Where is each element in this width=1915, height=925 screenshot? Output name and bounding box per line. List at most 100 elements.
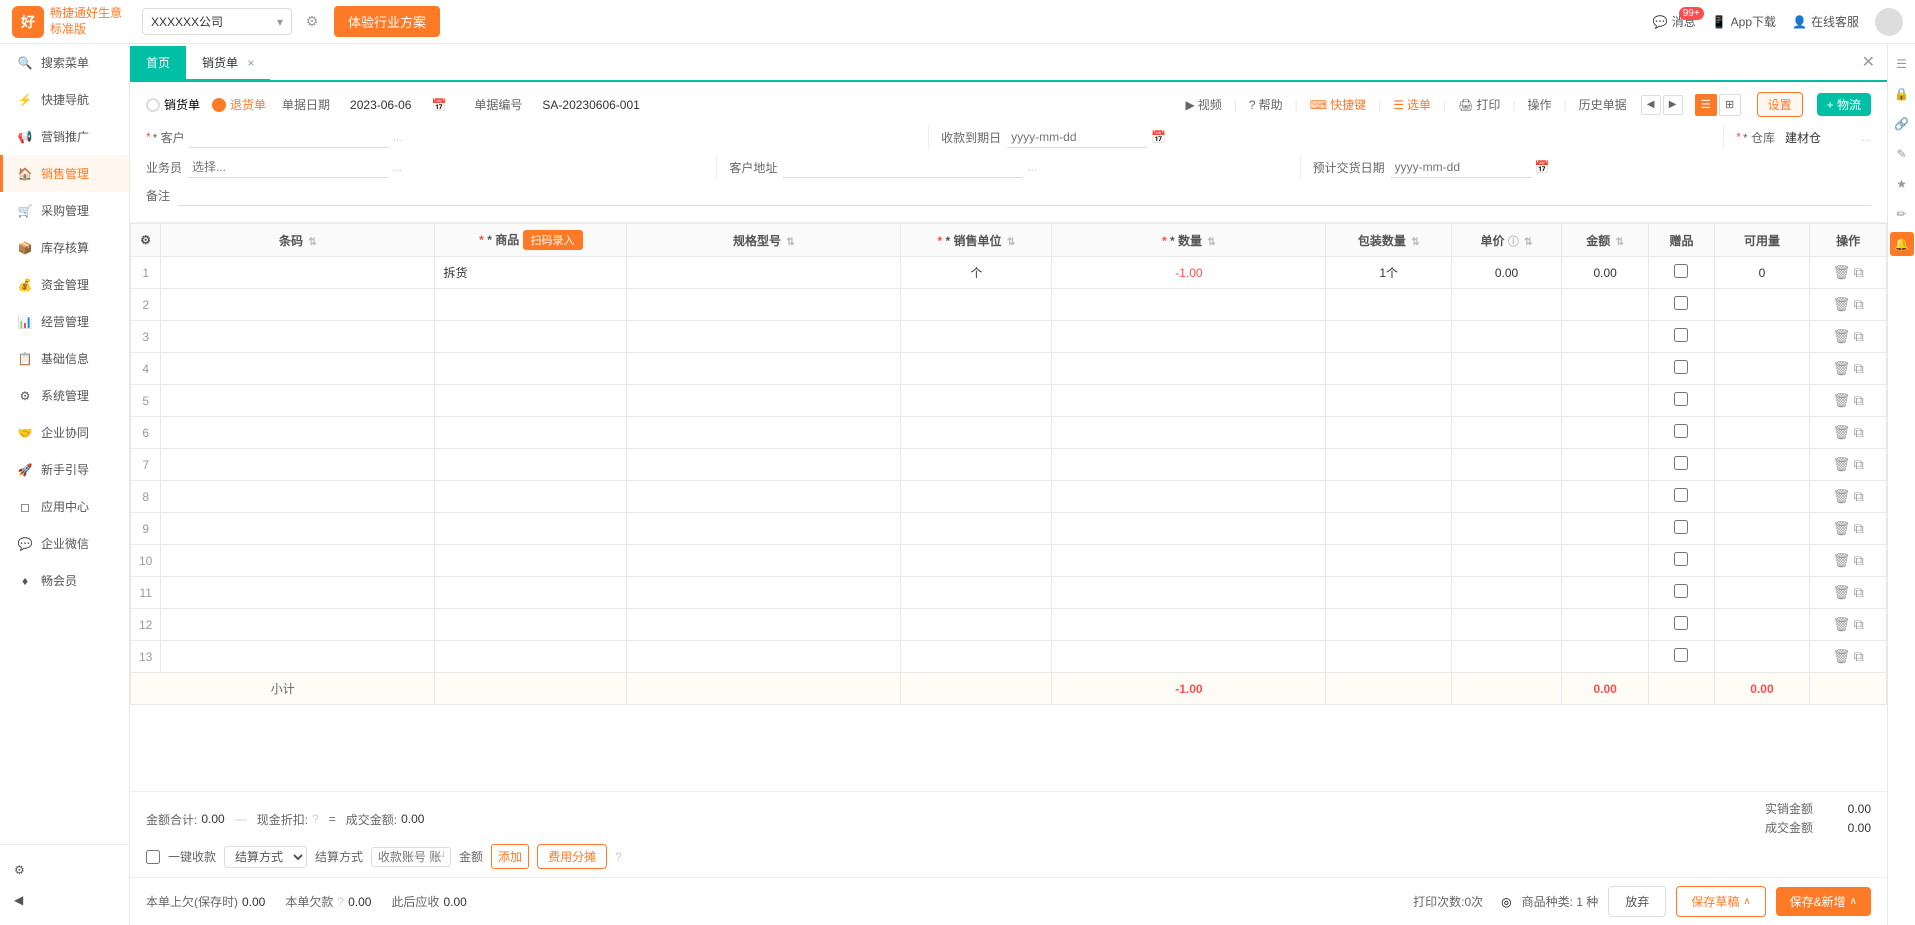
cell-qty[interactable] bbox=[1052, 449, 1326, 481]
copy-row-btn[interactable]: ⧉ bbox=[1854, 648, 1864, 665]
select-action[interactable]: ☰ 选单 bbox=[1393, 96, 1431, 113]
grid-view-icon[interactable]: ⊞ bbox=[1719, 94, 1741, 116]
sidebar-item-marketing[interactable]: 📢 营销推广 bbox=[0, 118, 129, 155]
addr-dots[interactable]: ... bbox=[1027, 160, 1037, 174]
notes-input[interactable] bbox=[178, 185, 1871, 206]
sidebar-settings-btn[interactable]: ⚙ bbox=[0, 855, 129, 885]
cell-spec[interactable] bbox=[627, 641, 901, 673]
cell-qty[interactable] bbox=[1052, 289, 1326, 321]
customer-input[interactable] bbox=[189, 127, 389, 148]
radio-sales[interactable]: 销货单 bbox=[146, 96, 200, 113]
delete-row-btn[interactable]: 🗑 bbox=[1833, 296, 1851, 313]
date-calendar-icon[interactable]: 📅 bbox=[431, 98, 446, 112]
copy-row-btn[interactable]: ⧉ bbox=[1854, 456, 1864, 473]
cell-barcode[interactable] bbox=[161, 481, 435, 513]
copy-row-btn[interactable]: ⧉ bbox=[1854, 296, 1864, 313]
app-download-btn[interactable]: 📱 App下载 bbox=[1712, 13, 1776, 30]
flow-btn[interactable]: + 物流 bbox=[1817, 93, 1871, 116]
avatar[interactable] bbox=[1875, 8, 1903, 36]
delete-row-btn[interactable]: 🗑 bbox=[1833, 264, 1851, 281]
cell-barcode[interactable] bbox=[161, 321, 435, 353]
experience-btn[interactable]: 体验行业方案 bbox=[334, 6, 440, 37]
tab-close-icon[interactable]: × bbox=[247, 56, 254, 70]
expected-date-input[interactable] bbox=[1391, 157, 1531, 178]
sidebar-item-apps[interactable]: ◻ 应用中心 bbox=[0, 488, 129, 525]
copy-row-btn[interactable]: ⧉ bbox=[1854, 360, 1864, 377]
collect-calendar-icon[interactable]: 📅 bbox=[1151, 130, 1166, 144]
cell-gift[interactable] bbox=[1649, 481, 1714, 513]
radio-return[interactable]: 退货单 bbox=[212, 96, 266, 113]
sidebar-item-purchase[interactable]: 🛒 采购管理 bbox=[0, 192, 129, 229]
cell-gift[interactable] bbox=[1649, 513, 1714, 545]
expected-calendar-icon[interactable]: 📅 bbox=[1535, 160, 1550, 174]
tab-home[interactable]: 首页 bbox=[130, 46, 186, 81]
cell-gift[interactable] bbox=[1649, 577, 1714, 609]
cell-qty[interactable] bbox=[1052, 481, 1326, 513]
list-view-icon[interactable]: ☰ bbox=[1695, 94, 1717, 116]
cell-barcode[interactable] bbox=[161, 417, 435, 449]
owe-question-icon[interactable]: ? bbox=[337, 895, 344, 909]
delete-row-btn[interactable]: 🗑 bbox=[1833, 424, 1851, 441]
rp-btn-7[interactable]: 🔔 bbox=[1890, 232, 1914, 256]
delete-row-btn[interactable]: 🗑 bbox=[1833, 616, 1851, 633]
delete-row-btn[interactable]: 🗑 bbox=[1833, 392, 1851, 409]
cell-gift[interactable] bbox=[1649, 641, 1714, 673]
one-click-checkbox[interactable] bbox=[146, 850, 160, 864]
warehouse-dots[interactable]: ... bbox=[1861, 130, 1871, 144]
cell-gift[interactable] bbox=[1649, 417, 1714, 449]
cell-barcode[interactable] bbox=[161, 609, 435, 641]
save-new-btn[interactable]: 保存&新增 ∧ bbox=[1776, 887, 1871, 916]
delete-row-btn[interactable]: 🗑 bbox=[1833, 552, 1851, 569]
delete-row-btn[interactable]: 🗑 bbox=[1833, 648, 1851, 665]
cell-spec[interactable] bbox=[627, 481, 901, 513]
cell-barcode[interactable] bbox=[161, 385, 435, 417]
discount-question-icon[interactable]: ? bbox=[312, 812, 319, 826]
settings-btn[interactable]: 设置 bbox=[1757, 92, 1803, 117]
cell-spec[interactable] bbox=[627, 545, 901, 577]
payment-method-select[interactable]: 结算方式 bbox=[224, 846, 307, 868]
sidebar-item-wecom[interactable]: 💬 企业微信 bbox=[0, 525, 129, 562]
online-service-btn[interactable]: 👤 在线客服 bbox=[1792, 13, 1859, 30]
save-draft-btn[interactable]: 保存草稿 ∧ bbox=[1676, 886, 1765, 917]
cell-qty[interactable] bbox=[1052, 641, 1326, 673]
cell-spec[interactable] bbox=[627, 577, 901, 609]
print-action[interactable]: 🖨 打印 bbox=[1458, 96, 1500, 113]
sidebar-item-inventory[interactable]: 📦 库存核算 bbox=[0, 229, 129, 266]
next-arrow[interactable]: ▶ bbox=[1663, 95, 1683, 115]
cell-spec[interactable] bbox=[627, 417, 901, 449]
cell-spec[interactable] bbox=[627, 289, 901, 321]
sidebar-item-system[interactable]: ⚙ 系统管理 bbox=[0, 377, 129, 414]
sidebar-item-operations[interactable]: 📊 经营管理 bbox=[0, 303, 129, 340]
sidebar-item-sales[interactable]: 🏠 销售管理 bbox=[0, 155, 129, 192]
delete-row-btn[interactable]: 🗑 bbox=[1833, 584, 1851, 601]
cell-gift[interactable] bbox=[1649, 257, 1714, 289]
customer-dots[interactable]: ... bbox=[393, 130, 403, 144]
add-btn[interactable]: 添加 bbox=[491, 844, 529, 869]
price-info-icon[interactable]: ⓘ bbox=[1508, 236, 1519, 248]
cell-qty[interactable] bbox=[1052, 353, 1326, 385]
scan-btn[interactable]: 扫码录入 bbox=[523, 230, 583, 250]
customer-addr-input[interactable] bbox=[783, 157, 1023, 178]
copy-row-btn[interactable]: ⧉ bbox=[1854, 328, 1864, 345]
sidebar-item-guide[interactable]: 🚀 新手引导 bbox=[0, 451, 129, 488]
cell-barcode[interactable] bbox=[161, 289, 435, 321]
prev-arrow[interactable]: ◀ bbox=[1641, 95, 1661, 115]
rp-btn-3[interactable]: 🔗 bbox=[1890, 112, 1914, 136]
cell-barcode[interactable] bbox=[161, 545, 435, 577]
copy-row-btn[interactable]: ⧉ bbox=[1854, 392, 1864, 409]
cell-qty[interactable] bbox=[1052, 417, 1326, 449]
cell-gift[interactable] bbox=[1649, 385, 1714, 417]
delete-row-btn[interactable]: 🗑 bbox=[1833, 488, 1851, 505]
rp-btn-6[interactable]: ✏ bbox=[1890, 202, 1914, 226]
cell-qty[interactable] bbox=[1052, 545, 1326, 577]
cell-gift[interactable] bbox=[1649, 449, 1714, 481]
cell-barcode[interactable] bbox=[161, 513, 435, 545]
copy-row-btn[interactable]: ⧉ bbox=[1854, 616, 1864, 633]
cell-barcode[interactable] bbox=[161, 353, 435, 385]
delete-row-btn[interactable]: 🗑 bbox=[1833, 328, 1851, 345]
cell-gift[interactable] bbox=[1649, 545, 1714, 577]
copy-row-btn[interactable]: ⧉ bbox=[1854, 488, 1864, 505]
help-action[interactable]: ? 帮助 bbox=[1249, 96, 1283, 113]
sidebar-item-quick-nav[interactable]: ⚡ 快捷导航 bbox=[0, 81, 129, 118]
cell-barcode[interactable] bbox=[161, 449, 435, 481]
